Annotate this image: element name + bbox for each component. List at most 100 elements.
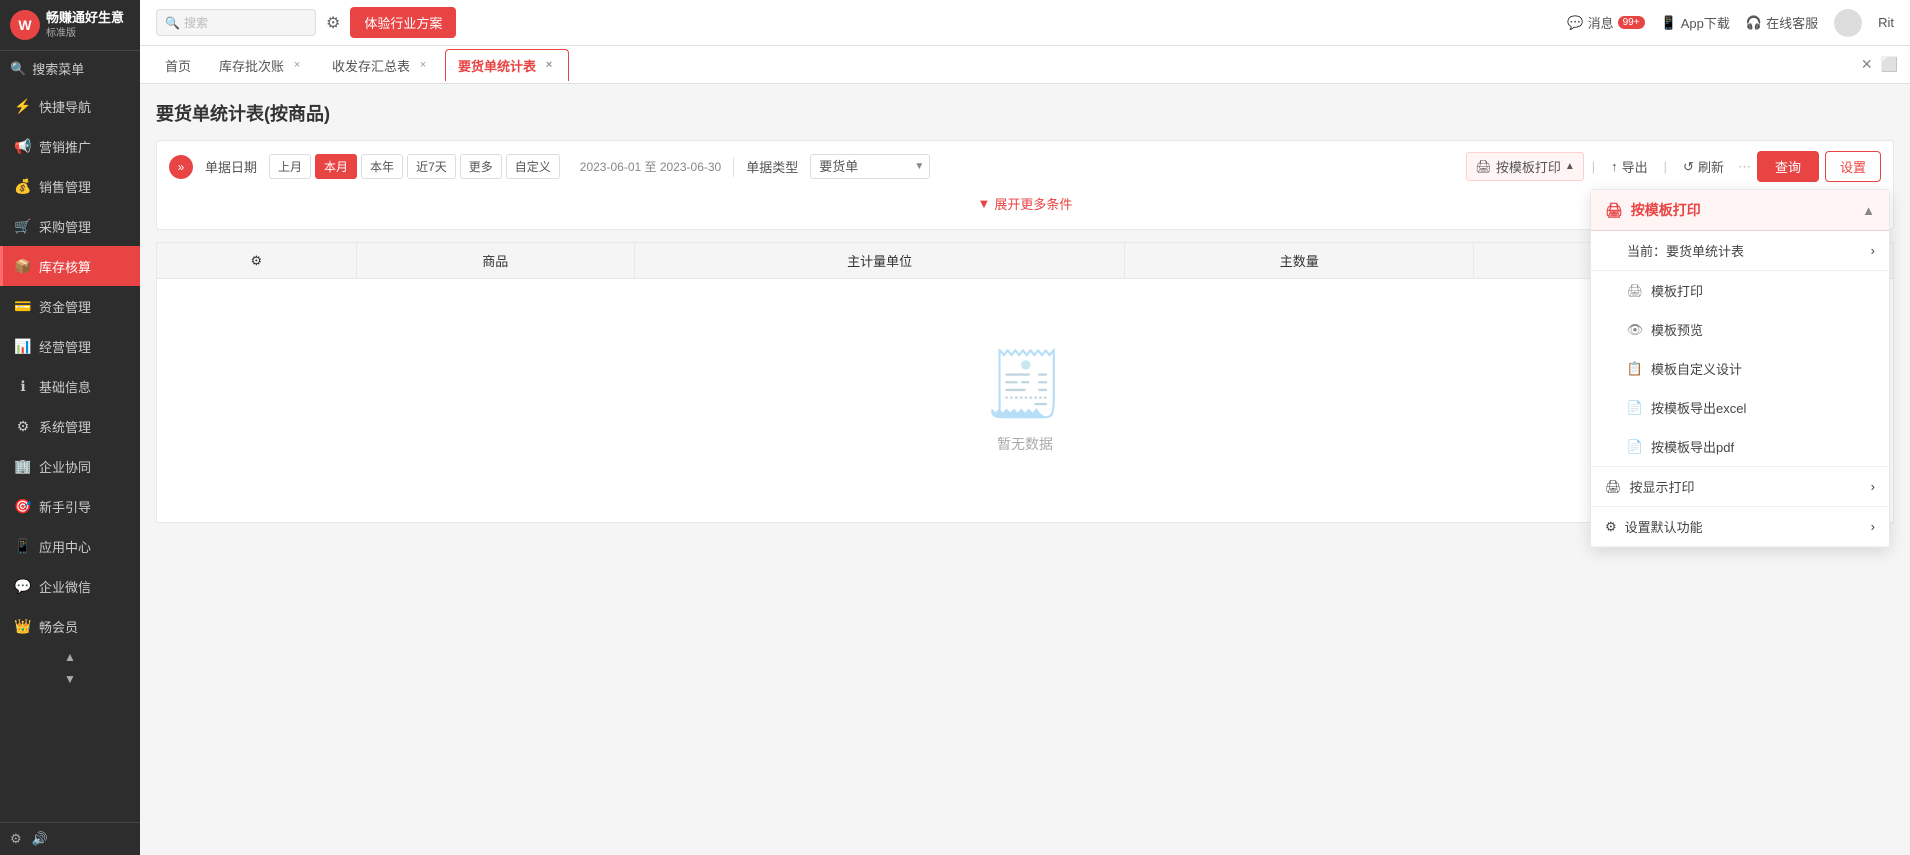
sidebar-item-member[interactable]: 👑 畅会员 xyxy=(0,606,140,646)
sidebar-item-finance[interactable]: 💳 资金管理 xyxy=(0,286,140,326)
app-subtitle: 标准版 xyxy=(46,27,124,40)
sound-icon[interactable]: 🔊 xyxy=(32,831,48,847)
date-btn-3[interactable]: 近7天 xyxy=(407,154,456,179)
tab-home[interactable]: 首页 xyxy=(152,49,204,81)
sidebar-item-system[interactable]: ⚙ 系统管理 xyxy=(0,406,140,446)
date-btn-1[interactable]: 本月 xyxy=(315,154,357,179)
app-logo-text: 畅赚通好生意 标准版 xyxy=(46,10,124,40)
print-btn[interactable]: 🖨 按模板打印 ▲ xyxy=(1466,152,1583,181)
date-btn-0[interactable]: 上月 xyxy=(269,154,311,179)
tab-receipt_summary[interactable]: 收发存汇总表× xyxy=(319,49,443,81)
topbar-right: 💬 消息 99+ 📱 App下载 🎧 在线客服 Rit xyxy=(1567,9,1894,37)
tab-close-batch_accounts[interactable]: × xyxy=(290,58,304,72)
dropdown-item-export_pdf[interactable]: 📄 按模板导出pdf xyxy=(1591,427,1889,466)
dropdown-header[interactable]: 🖨 按模板打印 ▲ xyxy=(1591,190,1889,231)
date-btn-2[interactable]: 本年 xyxy=(361,154,403,179)
default-func-icon: ⚙ xyxy=(1605,519,1617,535)
dropdown-item-label-template_print: 模板打印 xyxy=(1651,281,1703,300)
tab-close-receipt_summary[interactable]: × xyxy=(416,58,430,72)
app-download-item[interactable]: 📱 App下载 xyxy=(1661,13,1730,32)
dropdown-item-icon-export_pdf: 📄 xyxy=(1627,439,1643,455)
app-title: 畅赚通好生意 xyxy=(46,10,124,27)
dropdown-item-template_print[interactable]: 🖨 模板打印 xyxy=(1591,271,1889,310)
app-download-icon: 📱 xyxy=(1661,15,1677,31)
sidebar-item-apps[interactable]: 📱 应用中心 xyxy=(0,526,140,566)
nav-icon-purchase: 🛒 xyxy=(13,216,33,236)
tab-batch_accounts[interactable]: 库存批次账× xyxy=(206,49,317,81)
type-select[interactable]: 要货单 xyxy=(810,154,930,179)
dropdown-item-export_excel[interactable]: 📄 按模板导出excel xyxy=(1591,388,1889,427)
scroll-up-btn[interactable]: ▲ xyxy=(62,648,78,666)
dropdown-print-icon: 🖨 xyxy=(1605,202,1623,219)
dropdown-item-icon-export_excel: 📄 xyxy=(1627,400,1643,416)
sidebar-scroll-down[interactable]: ▼ xyxy=(0,668,140,690)
scroll-down-btn[interactable]: ▼ xyxy=(62,670,78,688)
messages-label: 消息 xyxy=(1588,13,1614,32)
type-select-wrapper: 要货单 ▼ xyxy=(810,154,930,179)
display-print-item[interactable]: 🖨 按显示打印 › xyxy=(1591,467,1889,506)
nav-label-inventory: 库存核算 xyxy=(39,257,91,276)
sidebar-item-enterprise[interactable]: 🏢 企业协同 xyxy=(0,446,140,486)
settings-btn[interactable]: 设置 xyxy=(1825,151,1881,182)
sidebar-item-sales[interactable]: 💰 销售管理 xyxy=(0,166,140,206)
sidebar-logo: W 畅赚通好生意 标准版 xyxy=(0,0,140,51)
export-btn[interactable]: ↑ 导出 xyxy=(1603,153,1656,180)
search-icon: 🔍 xyxy=(10,61,26,77)
dropdown-item-icon-template_print: 🖨 xyxy=(1627,283,1643,299)
tab-label-home: 首页 xyxy=(165,56,191,75)
table-header-settings[interactable]: ⚙ xyxy=(157,243,357,279)
settings-icon[interactable]: ⚙ xyxy=(10,831,22,847)
nav-label-quick-nav: 快捷导航 xyxy=(39,97,91,116)
display-print-icon: 🖨 xyxy=(1605,479,1622,495)
sidebar-item-purchase[interactable]: 🛒 采购管理 xyxy=(0,206,140,246)
date-range: 2023-06-01 至 2023-06-30 xyxy=(580,158,721,175)
print-dropdown-menu: 🖨 按模板打印 ▲ 当前：要货单统计表 › 🖨 模板打印 👁 模板预览 📋 xyxy=(1590,189,1890,548)
query-btn[interactable]: 查询 xyxy=(1757,151,1819,182)
dropdown-item-label-template_custom: 模板自定义设计 xyxy=(1651,359,1742,378)
table-header-goods: 商品 xyxy=(356,243,634,279)
sidebar-item-quick-nav[interactable]: ⚡ 快捷导航 xyxy=(0,86,140,126)
topbar-gear-icon[interactable]: ⚙ xyxy=(326,13,340,33)
topbar-search-placeholder: 搜索 xyxy=(184,14,208,31)
tab-order_stats[interactable]: 要货单统计表 × xyxy=(445,49,569,81)
nav-label-wechat: 企业微信 xyxy=(39,577,91,596)
dropdown-item-template_custom[interactable]: 📋 模板自定义设计 xyxy=(1591,349,1889,388)
expand-label: 展开更多条件 xyxy=(994,194,1072,213)
nav-icon-apps: 📱 xyxy=(13,536,33,556)
filter-row-main: » 单据日期 上月本月本年近7天更多自定义 2023-06-01 至 2023-… xyxy=(169,151,1881,182)
sidebar-search[interactable]: 🔍 搜索菜单 xyxy=(0,51,140,86)
more-icon[interactable]: ⋯ xyxy=(1738,159,1751,175)
sidebar-scroll-up[interactable]: ▲ xyxy=(0,646,140,668)
nav-label-member: 畅会员 xyxy=(39,617,78,636)
close-window-btn[interactable]: ✕ xyxy=(1861,56,1873,73)
dropdown-item-template_preview[interactable]: 👁 模板预览 xyxy=(1591,310,1889,349)
dropdown-current-item[interactable]: 当前：要货单统计表 › xyxy=(1591,231,1889,270)
expand-more-btn[interactable]: ▼ 展开更多条件 xyxy=(962,188,1089,219)
refresh-btn[interactable]: ↺ 刷新 xyxy=(1675,153,1732,180)
filter-toggle-btn[interactable]: » xyxy=(169,155,193,179)
table-header-unit: 主计量单位 xyxy=(634,243,1125,279)
default-func-item[interactable]: ⚙ 设置默认功能 › xyxy=(1591,507,1889,546)
online-service-item[interactable]: 🎧 在线客服 xyxy=(1746,13,1818,32)
date-btn-5[interactable]: 自定义 xyxy=(506,154,560,179)
tab-label-order_stats: 要货单统计表 xyxy=(458,56,536,75)
user-avatar[interactable] xyxy=(1834,9,1862,37)
sidebar-item-marketing[interactable]: 📢 营销推广 xyxy=(0,126,140,166)
sidebar-item-inventory[interactable]: 📦 库存核算 xyxy=(0,246,140,286)
nav-icon-sales: 💰 xyxy=(13,176,33,196)
sidebar-item-newbie[interactable]: 🎯 新手引导 xyxy=(0,486,140,526)
online-service-label: 在线客服 xyxy=(1766,13,1818,32)
print-icon: 🖨 xyxy=(1475,159,1492,175)
nav-icon-operations: 📊 xyxy=(13,336,33,356)
topbar-search-box[interactable]: 🔍 搜索 xyxy=(156,9,316,36)
sidebar-item-operations[interactable]: 📊 经营管理 xyxy=(0,326,140,366)
date-btn-4[interactable]: 更多 xyxy=(460,154,502,179)
expand-icon: ▼ xyxy=(978,196,991,211)
industry-btn[interactable]: 体验行业方案 xyxy=(350,7,456,38)
messages-item[interactable]: 💬 消息 99+ xyxy=(1567,13,1644,32)
tab-close-order_stats[interactable]: × xyxy=(542,58,556,72)
nav-label-sales: 销售管理 xyxy=(39,177,91,196)
sidebar-item-wechat[interactable]: 💬 企业微信 xyxy=(0,566,140,606)
sidebar-item-basics[interactable]: ℹ 基础信息 xyxy=(0,366,140,406)
maximize-window-btn[interactable]: ⬜ xyxy=(1881,56,1898,73)
